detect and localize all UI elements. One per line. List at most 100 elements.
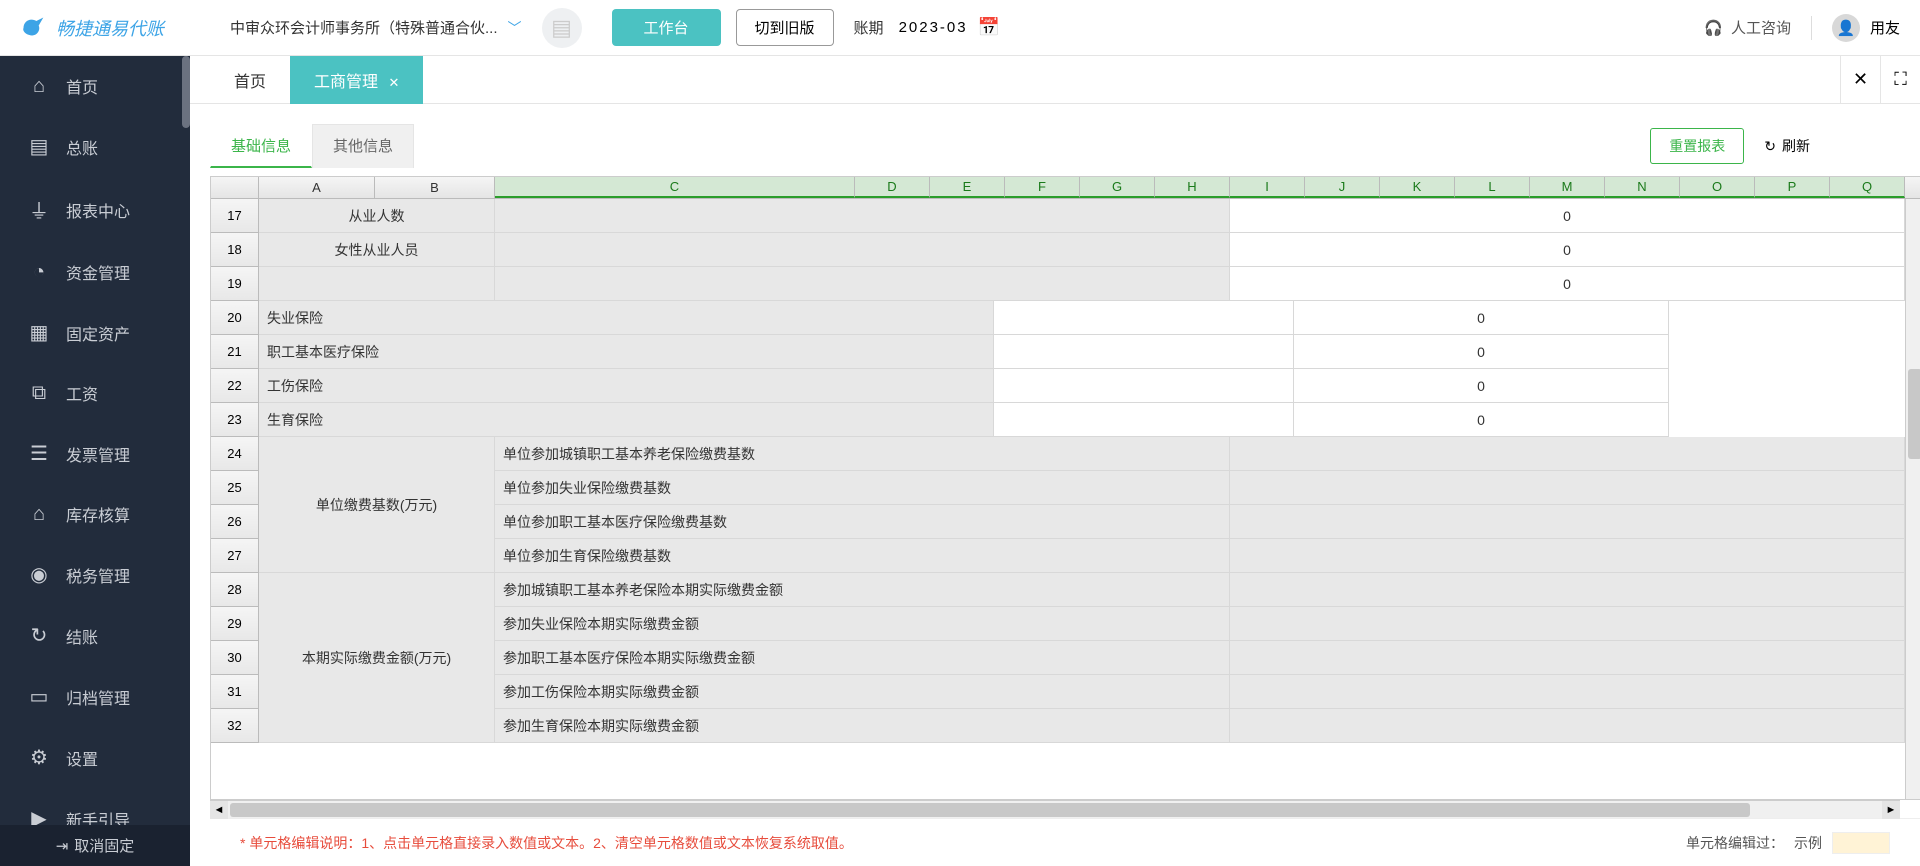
vertical-scrollbar[interactable] bbox=[1905, 199, 1920, 799]
col-header-B[interactable]: B bbox=[375, 177, 495, 198]
nav-item-3[interactable]: ◔资金管理 bbox=[0, 242, 190, 302]
row-header[interactable]: 28 bbox=[211, 573, 259, 607]
group-label[interactable]: 单位缴费基数(万元) bbox=[259, 437, 495, 573]
value-cell[interactable]: 0 bbox=[1294, 403, 1669, 437]
tab-0[interactable]: 首页 bbox=[210, 56, 290, 104]
desc-cell[interactable]: 参加生育保险本期实际缴费金额 bbox=[495, 709, 1230, 743]
col-header-E[interactable]: E bbox=[930, 177, 1005, 198]
value-cell[interactable]: 0 bbox=[1230, 199, 1905, 233]
nav-item-1[interactable]: ▤总账 bbox=[0, 116, 190, 177]
cell[interactable] bbox=[1230, 539, 1905, 573]
col-header-H[interactable]: H bbox=[1155, 177, 1230, 198]
col-header-C[interactable]: C bbox=[495, 177, 855, 198]
cell[interactable] bbox=[495, 267, 1230, 301]
value-cell[interactable]: 0 bbox=[1294, 369, 1669, 403]
row-header[interactable]: 19 bbox=[211, 267, 259, 301]
cell[interactable] bbox=[1230, 641, 1905, 675]
col-header-P[interactable]: P bbox=[1755, 177, 1830, 198]
col-header-M[interactable]: M bbox=[1530, 177, 1605, 198]
col-header-F[interactable]: F bbox=[1005, 177, 1080, 198]
period-value[interactable]: 2023-03 bbox=[899, 19, 968, 36]
nav-item-8[interactable]: ◉税务管理 bbox=[0, 544, 190, 605]
col-header-K[interactable]: K bbox=[1380, 177, 1455, 198]
nav-item-4[interactable]: ▦固定资产 bbox=[0, 302, 190, 363]
row-header[interactable]: 30 bbox=[211, 641, 259, 675]
select-all-corner[interactable] bbox=[211, 177, 259, 198]
scroll-right-icon[interactable]: ► bbox=[1882, 801, 1900, 819]
calendar-icon[interactable]: 📅 bbox=[978, 17, 1000, 38]
cell[interactable] bbox=[1230, 675, 1905, 709]
cell[interactable] bbox=[1230, 709, 1905, 743]
nav-item-10[interactable]: ▭归档管理 bbox=[0, 666, 190, 727]
old-version-button[interactable]: 切到旧版 bbox=[736, 9, 834, 46]
row-label[interactable] bbox=[259, 267, 495, 301]
col-header-Q[interactable]: Q bbox=[1830, 177, 1905, 198]
col-header-J[interactable]: J bbox=[1305, 177, 1380, 198]
scrollbar-thumb[interactable] bbox=[1908, 369, 1920, 459]
desc-cell[interactable]: 单位参加城镇职工基本养老保险缴费基数 bbox=[495, 437, 1230, 471]
cell[interactable] bbox=[1230, 573, 1905, 607]
row-header[interactable]: 23 bbox=[211, 403, 259, 437]
desc-cell[interactable]: 参加工伤保险本期实际缴费金额 bbox=[495, 675, 1230, 709]
row-header[interactable]: 29 bbox=[211, 607, 259, 641]
col-header-I[interactable]: I bbox=[1230, 177, 1305, 198]
desc-cell[interactable]: 参加城镇职工基本养老保险本期实际缴费金额 bbox=[495, 573, 1230, 607]
group-label[interactable]: 本期实际缴费金额(万元) bbox=[259, 573, 495, 743]
row-header[interactable]: 32 bbox=[211, 709, 259, 743]
col-header-N[interactable]: N bbox=[1605, 177, 1680, 198]
value-cell[interactable]: 0 bbox=[1230, 233, 1905, 267]
horizontal-scrollbar[interactable]: ◄ ► bbox=[210, 800, 1900, 818]
spreadsheet[interactable]: ABCDEFGHIJKLMNOPQ 1718192021222324252627… bbox=[210, 176, 1920, 800]
nav-item-0[interactable]: ⌂首页 bbox=[0, 56, 190, 116]
row-header[interactable]: 21 bbox=[211, 335, 259, 369]
tab-close-icon[interactable]: ✕ bbox=[388, 75, 399, 90]
desc-cell[interactable]: 工伤保险 bbox=[259, 369, 994, 403]
row-header[interactable]: 18 bbox=[211, 233, 259, 267]
refresh-button[interactable]: ↻ 刷新 bbox=[1764, 136, 1810, 156]
row-label[interactable]: 从业人数 bbox=[259, 199, 495, 233]
cell[interactable] bbox=[994, 369, 1294, 403]
row-header[interactable]: 26 bbox=[211, 505, 259, 539]
close-tab-button[interactable]: ✕ bbox=[1840, 56, 1880, 104]
col-header-O[interactable]: O bbox=[1680, 177, 1755, 198]
nav-item-12[interactable]: ▶新手引导 bbox=[0, 788, 190, 825]
cell[interactable] bbox=[994, 403, 1294, 437]
desc-cell[interactable]: 生育保险 bbox=[259, 403, 994, 437]
cell[interactable] bbox=[495, 233, 1230, 267]
logo[interactable]: 畅捷通易代账 bbox=[20, 14, 210, 42]
col-header-A[interactable]: A bbox=[259, 177, 375, 198]
row-header[interactable]: 17 bbox=[211, 199, 259, 233]
cell[interactable] bbox=[1230, 437, 1905, 471]
desc-cell[interactable]: 单位参加失业保险缴费基数 bbox=[495, 471, 1230, 505]
subtab-other[interactable]: 其他信息 bbox=[312, 124, 414, 168]
cell[interactable] bbox=[994, 335, 1294, 369]
scroll-left-icon[interactable]: ◄ bbox=[210, 801, 228, 819]
cell[interactable] bbox=[1230, 471, 1905, 505]
desc-cell[interactable]: 单位参加生育保险缴费基数 bbox=[495, 539, 1230, 573]
desc-cell[interactable]: 单位参加职工基本医疗保险缴费基数 bbox=[495, 505, 1230, 539]
row-header[interactable]: 24 bbox=[211, 437, 259, 471]
desc-cell[interactable]: 参加失业保险本期实际缴费金额 bbox=[495, 607, 1230, 641]
cell[interactable] bbox=[495, 199, 1230, 233]
desc-cell[interactable]: 失业保险 bbox=[259, 301, 994, 335]
fullscreen-button[interactable]: ⛶ bbox=[1880, 56, 1920, 104]
reset-report-button[interactable]: 重置报表 bbox=[1650, 128, 1744, 164]
nav-item-9[interactable]: ↻结账 bbox=[0, 605, 190, 666]
cell[interactable] bbox=[994, 301, 1294, 335]
nav-item-2[interactable]: ⏚报表中心 bbox=[0, 177, 190, 242]
tab-1[interactable]: 工商管理 ✕ bbox=[290, 56, 423, 104]
col-header-D[interactable]: D bbox=[855, 177, 930, 198]
company-selector[interactable]: 中审众环会计师事务所（特殊普通合伙... ﹀ bbox=[230, 17, 522, 38]
row-header[interactable]: 25 bbox=[211, 471, 259, 505]
cell[interactable] bbox=[1230, 505, 1905, 539]
col-header-G[interactable]: G bbox=[1080, 177, 1155, 198]
unpin-button[interactable]: ⇥ 取消固定 bbox=[0, 825, 190, 866]
subtab-basic[interactable]: 基础信息 bbox=[210, 124, 312, 168]
row-header[interactable]: 20 bbox=[211, 301, 259, 335]
desc-cell[interactable]: 职工基本医疗保险 bbox=[259, 335, 994, 369]
sidebar-scrollbar[interactable] bbox=[182, 56, 190, 128]
value-cell[interactable]: 0 bbox=[1294, 335, 1669, 369]
row-header[interactable]: 31 bbox=[211, 675, 259, 709]
row-header[interactable]: 27 bbox=[211, 539, 259, 573]
row-label[interactable]: 女性从业人员 bbox=[259, 233, 495, 267]
